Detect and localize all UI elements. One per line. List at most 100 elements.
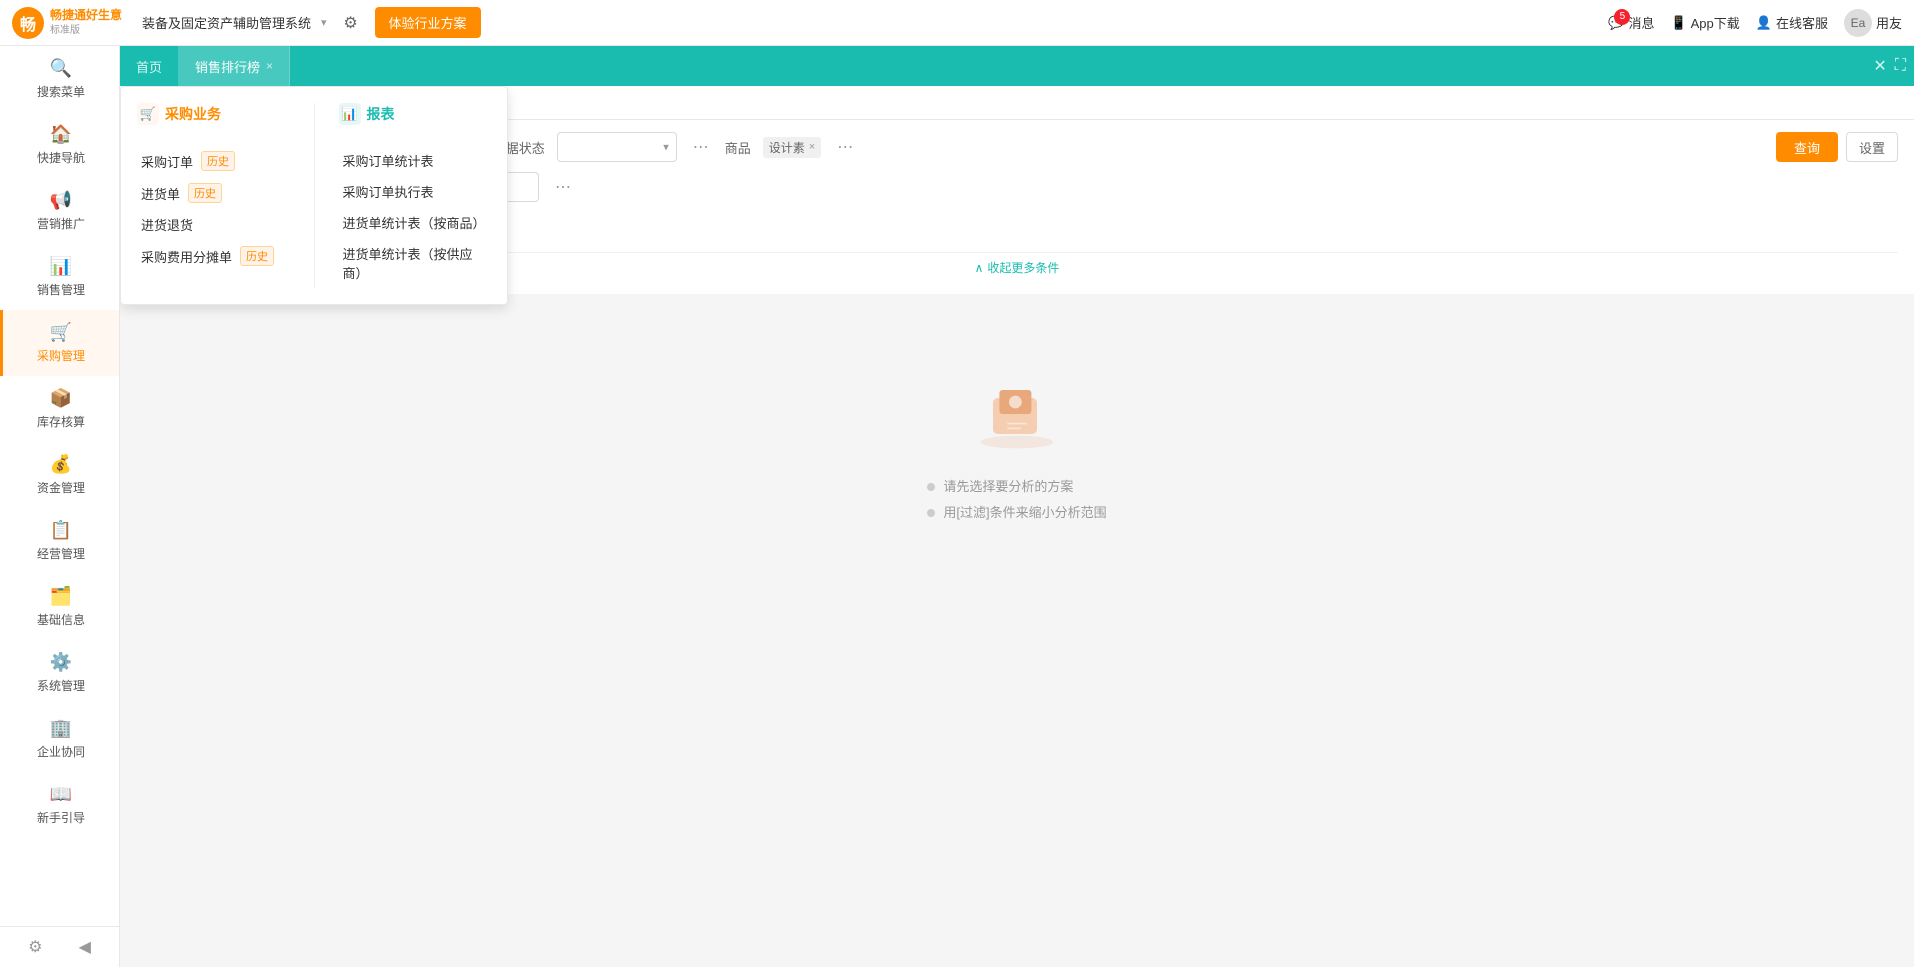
history-badge-1: 历史 (201, 151, 235, 171)
enterprise-icon: 🏢 (50, 718, 72, 739)
user-avatar: Ea (1844, 9, 1872, 37)
sidebar-label-purchase: 采购管理 (37, 347, 85, 364)
menu-item-incoming-stat-supplier-label: 进货单统计表（按供应商） (343, 244, 488, 282)
sidebar-label-search: 搜索菜单 (37, 83, 85, 100)
menu-item-purchase-expense-label: 采购费用分摊单 (141, 247, 232, 266)
menu-item-purchase-order-exec[interactable]: 采购订单执行表 (339, 176, 492, 207)
salesman-dots[interactable]: ⋯ (551, 177, 575, 197)
menu-item-purchase-order-stat[interactable]: 采购订单统计表 (339, 145, 492, 176)
sidebar-item-search[interactable]: 🔍 搜索菜单 (0, 46, 119, 112)
online-service-label: 在线客服 (1776, 13, 1828, 32)
menu-item-purchase-order-exec-label: 采购订单执行表 (343, 182, 434, 201)
goods-dots[interactable]: ⋯ (833, 137, 857, 157)
sidebar-label-enterprise: 企业协同 (37, 743, 85, 760)
industry-button[interactable]: 体验行业方案 (375, 7, 481, 38)
history-badge-3: 历史 (240, 246, 274, 266)
tab-close-icon[interactable]: × (266, 59, 273, 73)
menu-item-incoming[interactable]: 进货单 历史 (137, 177, 290, 209)
tab-sales-ranking[interactable]: 销售排行榜 × (179, 46, 290, 86)
user-area[interactable]: Ea 用友 (1844, 9, 1902, 37)
menu-item-incoming-label: 进货单 (141, 184, 180, 203)
sidebar-settings-button[interactable]: ⚙ (28, 937, 42, 957)
edition-label: 标准版 (50, 24, 122, 37)
setting-button[interactable]: 设置 (1846, 132, 1898, 162)
purchase-column-icon: 🛒 (137, 103, 159, 125)
phone-icon: 📱 (1670, 15, 1686, 31)
sidebar: 🔍 搜索菜单 🏠 快捷导航 📢 营销推广 📊 销售管理 🛒 采购管理 📦 库存核… (0, 46, 120, 967)
system-dropdown-arrow[interactable]: ▾ (321, 16, 327, 29)
sidebar-label-guide: 新手引导 (37, 809, 85, 826)
app-download-item[interactable]: 📱 App下载 (1670, 13, 1739, 32)
query-button[interactable]: 查询 (1776, 132, 1838, 162)
user-name: 用友 (1876, 13, 1902, 32)
header-right: 💬 5 消息 📱 App下载 👤 在线客服 Ea 用友 (1608, 9, 1902, 37)
guide-icon: 📖 (50, 784, 72, 805)
brand-name: 畅捷通好生意 (50, 8, 122, 24)
message-label: 消息 (1628, 13, 1654, 32)
menu-item-incoming-stat-goods[interactable]: 进货单统计表（按商品） (339, 207, 492, 238)
doc-status-dots[interactable]: ⋯ (689, 137, 713, 157)
sidebar-label-basicinfo: 基础信息 (37, 611, 85, 628)
sidebar-item-inventory[interactable]: 📦 库存核算 (0, 376, 119, 442)
menu-item-purchase-order-stat-label: 采购订单统计表 (343, 151, 434, 170)
menu-item-incoming-stat-supplier[interactable]: 进货单统计表（按供应商） (339, 238, 492, 288)
online-service-item[interactable]: 👤 在线客服 (1756, 13, 1828, 32)
logo-text: 畅捷通好生意 标准版 (50, 8, 122, 37)
empty-illustration (967, 374, 1067, 454)
tab-bar: 首页 销售排行榜 × ✕ ⛶ (120, 46, 1914, 86)
header-center: 装备及固定资产辅助管理系统 ▾ ⚙ 体验行业方案 (132, 7, 1608, 38)
system-settings-button[interactable]: ⚙ (337, 9, 365, 37)
sidebar-item-marketing[interactable]: 📢 营销推广 (0, 178, 119, 244)
sidebar-label-finance: 资金管理 (37, 479, 85, 496)
tab-sales-ranking-label: 销售排行榜 (195, 57, 260, 76)
sidebar-item-sales[interactable]: 📊 销售管理 (0, 244, 119, 310)
sidebar-item-finance[interactable]: 💰 资金管理 (0, 442, 119, 508)
menu-item-purchase-expense[interactable]: 采购费用分摊单 历史 (137, 240, 290, 272)
search-icon: 🔍 (50, 58, 72, 79)
purchase-menu-column: 🛒 采购业务 采购订单 历史 进货单 历史 进货退货 (137, 103, 290, 288)
logo-icon: 畅 (12, 7, 44, 39)
sidebar-label-marketing: 营销推广 (37, 215, 85, 232)
sidebar-item-purchase[interactable]: 🛒 采购管理 (0, 310, 119, 376)
sidebar-item-guide[interactable]: 📖 新手引导 (0, 772, 119, 838)
app-download-label: App下载 (1691, 13, 1740, 32)
sales-icon: 📊 (50, 256, 72, 277)
content-area: 首页 销售排行榜 × ✕ ⛶ ❓ 帮助 🖨 按模板打印 (120, 46, 1914, 967)
logo-area: 畅 畅捷通好生意 标准版 (12, 7, 132, 39)
tab-home[interactable]: 首页 (120, 46, 179, 86)
sidebar-item-enterprise[interactable]: 🏢 企业协同 (0, 706, 119, 772)
service-icon: 👤 (1756, 15, 1772, 31)
main-layout: 🔍 搜索菜单 🏠 快捷导航 📢 营销推广 📊 销售管理 🛒 采购管理 📦 库存核… (0, 46, 1914, 967)
system-name: 装备及固定资产辅助管理系统 (142, 13, 311, 32)
sidebar-item-basicinfo[interactable]: 🗂️ 基础信息 (0, 574, 119, 640)
sidebar-label-quicknav: 快捷导航 (37, 149, 85, 166)
purchase-icon: 🛒 (50, 322, 72, 343)
collapse-icon: ∧ (975, 261, 984, 275)
history-badge-2: 历史 (188, 183, 222, 203)
tab-fullscreen-button[interactable]: ⛶ (1895, 57, 1906, 75)
sidebar-collapse-button[interactable]: ◀ (79, 937, 91, 957)
purchase-column-title: 🛒 采购业务 (137, 103, 290, 133)
menu-item-incoming-stat-goods-label: 进货单统计表（按商品） (343, 213, 486, 232)
sidebar-label-inventory: 库存核算 (37, 413, 85, 430)
empty-tip-2: 用[过滤]条件来缩小分析范围 (927, 500, 1106, 526)
sidebar-item-operation[interactable]: 📋 经营管理 (0, 508, 119, 574)
sidebar-item-system[interactable]: ⚙️ 系统管理 (0, 640, 119, 706)
report-column-icon: 📊 (339, 103, 361, 125)
operation-icon: 📋 (50, 520, 72, 541)
report-column-title: 📊 报表 (339, 103, 492, 133)
goods-tag-close[interactable]: × (809, 141, 815, 153)
menu-item-purchase-order[interactable]: 采购订单 历史 (137, 145, 290, 177)
menu-item-incoming-return[interactable]: 进货退货 (137, 209, 290, 240)
purchase-dropdown-menu: 🛒 采购业务 采购订单 历史 进货单 历史 进货退货 (120, 86, 508, 305)
sidebar-item-quicknav[interactable]: 🏠 快捷导航 (0, 112, 119, 178)
marketing-icon: 📢 (50, 190, 72, 211)
tab-close-all-button[interactable]: ✕ (1873, 56, 1886, 76)
message-item[interactable]: 💬 5 消息 (1608, 13, 1654, 32)
sidebar-label-system: 系统管理 (37, 677, 85, 694)
finance-icon: 💰 (50, 454, 72, 475)
message-count: 5 (1614, 9, 1630, 25)
empty-tip-1: 请先选择要分析的方案 (927, 474, 1106, 500)
doc-status-select[interactable] (557, 132, 677, 162)
query-actions: 查询 设置 (1776, 132, 1898, 162)
